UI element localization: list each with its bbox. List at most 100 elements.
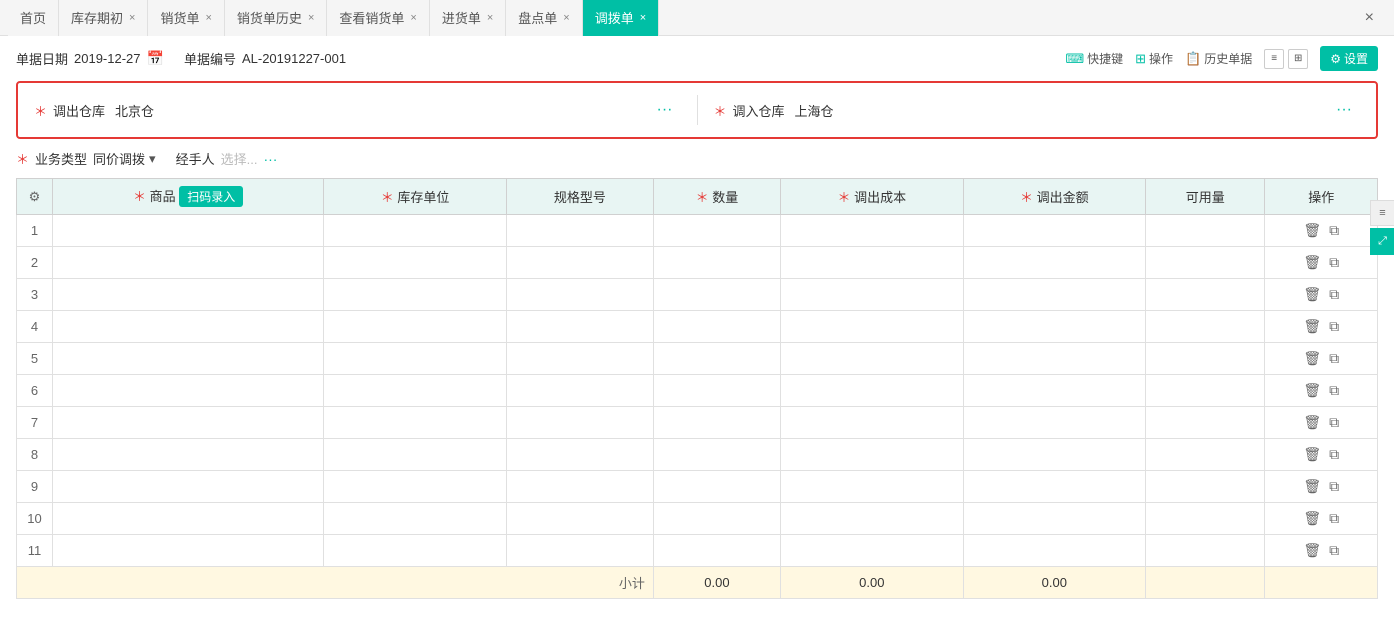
cell-available[interactable]: [1146, 247, 1265, 279]
cell-unit[interactable]: [324, 215, 507, 247]
delete-row-icon[interactable]: 🗑: [1303, 414, 1321, 431]
cell-available[interactable]: [1146, 311, 1265, 343]
cell-product[interactable]: [53, 247, 324, 279]
delete-row-icon[interactable]: 🗑: [1303, 382, 1321, 399]
cell-unit[interactable]: [324, 375, 507, 407]
delete-row-icon[interactable]: 🗑: [1303, 286, 1321, 303]
float-expand-button[interactable]: ⤢: [1370, 228, 1394, 255]
cell-available[interactable]: [1146, 535, 1265, 567]
cell-cost[interactable]: [781, 215, 964, 247]
gear-icon[interactable]: ⚙: [25, 189, 44, 205]
history-button[interactable]: 📋 历史单据: [1185, 50, 1252, 67]
copy-row-icon[interactable]: ⧉: [1329, 286, 1339, 303]
copy-row-icon[interactable]: ⧉: [1329, 414, 1339, 431]
cell-cost[interactable]: [781, 407, 964, 439]
delete-row-icon[interactable]: 🗑: [1303, 254, 1321, 271]
cell-spec[interactable]: [506, 439, 653, 471]
cell-amount[interactable]: [963, 471, 1146, 503]
shortcuts-button[interactable]: ⌨ 快捷键: [1065, 50, 1123, 67]
cell-qty[interactable]: [653, 375, 780, 407]
tab-view-sales[interactable]: 查看销货单 ×: [327, 0, 429, 36]
delete-row-icon[interactable]: 🗑: [1303, 222, 1321, 239]
close-tab-inventory-count[interactable]: ×: [563, 12, 569, 24]
delete-row-icon[interactable]: 🗑: [1303, 350, 1321, 367]
cell-spec[interactable]: [506, 215, 653, 247]
cell-spec[interactable]: [506, 407, 653, 439]
copy-row-icon[interactable]: ⧉: [1329, 254, 1339, 271]
close-tab-sales-history[interactable]: ×: [308, 12, 314, 24]
cell-spec[interactable]: [506, 247, 653, 279]
cell-qty[interactable]: [653, 535, 780, 567]
cell-available[interactable]: [1146, 503, 1265, 535]
cell-amount[interactable]: [963, 247, 1146, 279]
delete-row-icon[interactable]: 🗑: [1303, 318, 1321, 335]
calendar-icon[interactable]: 📅: [147, 50, 164, 67]
tab-sales-history[interactable]: 销货单历史 ×: [225, 0, 327, 36]
cell-spec[interactable]: [506, 503, 653, 535]
close-tab-inventory-init[interactable]: ×: [129, 12, 135, 24]
cell-available[interactable]: [1146, 439, 1265, 471]
cell-spec[interactable]: [506, 279, 653, 311]
cell-spec[interactable]: [506, 471, 653, 503]
operations-button[interactable]: ⊞ 操作: [1135, 50, 1173, 67]
in-warehouse-value[interactable]: 上海仓: [795, 101, 834, 120]
cell-spec[interactable]: [506, 311, 653, 343]
cell-product[interactable]: [53, 311, 324, 343]
cell-cost[interactable]: [781, 311, 964, 343]
float-notes-button[interactable]: ≡: [1370, 200, 1394, 226]
cell-available[interactable]: [1146, 407, 1265, 439]
cell-amount[interactable]: [963, 407, 1146, 439]
handler-dots[interactable]: ···: [263, 151, 277, 167]
cell-qty[interactable]: [653, 407, 780, 439]
cell-amount[interactable]: [963, 535, 1146, 567]
cell-available[interactable]: [1146, 471, 1265, 503]
cell-spec[interactable]: [506, 375, 653, 407]
cell-amount[interactable]: [963, 503, 1146, 535]
layout-grid-icon[interactable]: ⊞: [1288, 49, 1308, 69]
out-warehouse-value[interactable]: 北京仓: [115, 101, 154, 120]
cell-cost[interactable]: [781, 471, 964, 503]
cell-product[interactable]: [53, 439, 324, 471]
cell-qty[interactable]: [653, 343, 780, 375]
cell-available[interactable]: [1146, 279, 1265, 311]
copy-row-icon[interactable]: ⧉: [1329, 542, 1339, 559]
cell-unit[interactable]: [324, 407, 507, 439]
cell-unit[interactable]: [324, 535, 507, 567]
out-warehouse-dots[interactable]: ···: [649, 101, 681, 119]
cell-spec[interactable]: [506, 535, 653, 567]
tab-inventory-count[interactable]: 盘点单 ×: [506, 0, 582, 36]
cell-amount[interactable]: [963, 439, 1146, 471]
cell-product[interactable]: [53, 503, 324, 535]
cell-amount[interactable]: [963, 343, 1146, 375]
settings-button[interactable]: ⚙ 设置: [1320, 46, 1378, 71]
tab-purchase-order[interactable]: 进货单 ×: [430, 0, 506, 36]
cell-qty[interactable]: [653, 471, 780, 503]
copy-row-icon[interactable]: ⧉: [1329, 510, 1339, 527]
cell-cost[interactable]: [781, 535, 964, 567]
close-tab-purchase-order[interactable]: ×: [487, 12, 493, 24]
copy-row-icon[interactable]: ⧉: [1329, 478, 1339, 495]
cell-unit[interactable]: [324, 439, 507, 471]
tab-home[interactable]: 首页: [8, 0, 59, 36]
in-warehouse-dots[interactable]: ···: [1328, 101, 1360, 119]
cell-qty[interactable]: [653, 279, 780, 311]
close-tab-view-sales[interactable]: ×: [410, 12, 416, 24]
cell-amount[interactable]: [963, 311, 1146, 343]
copy-row-icon[interactable]: ⧉: [1329, 350, 1339, 367]
cell-qty[interactable]: [653, 439, 780, 471]
cell-unit[interactable]: [324, 471, 507, 503]
table-gear-col[interactable]: ⚙: [17, 179, 53, 215]
cell-qty[interactable]: [653, 311, 780, 343]
cell-unit[interactable]: [324, 279, 507, 311]
window-close-button[interactable]: ×: [1353, 0, 1386, 36]
cell-unit[interactable]: [324, 503, 507, 535]
cell-product[interactable]: [53, 375, 324, 407]
cell-cost[interactable]: [781, 439, 964, 471]
cell-amount[interactable]: [963, 215, 1146, 247]
cell-product[interactable]: [53, 407, 324, 439]
cell-amount[interactable]: [963, 375, 1146, 407]
cell-cost[interactable]: [781, 343, 964, 375]
copy-row-icon[interactable]: ⧉: [1329, 318, 1339, 335]
cell-product[interactable]: [53, 471, 324, 503]
tab-transfer-order[interactable]: 调拨单 ×: [583, 0, 659, 36]
